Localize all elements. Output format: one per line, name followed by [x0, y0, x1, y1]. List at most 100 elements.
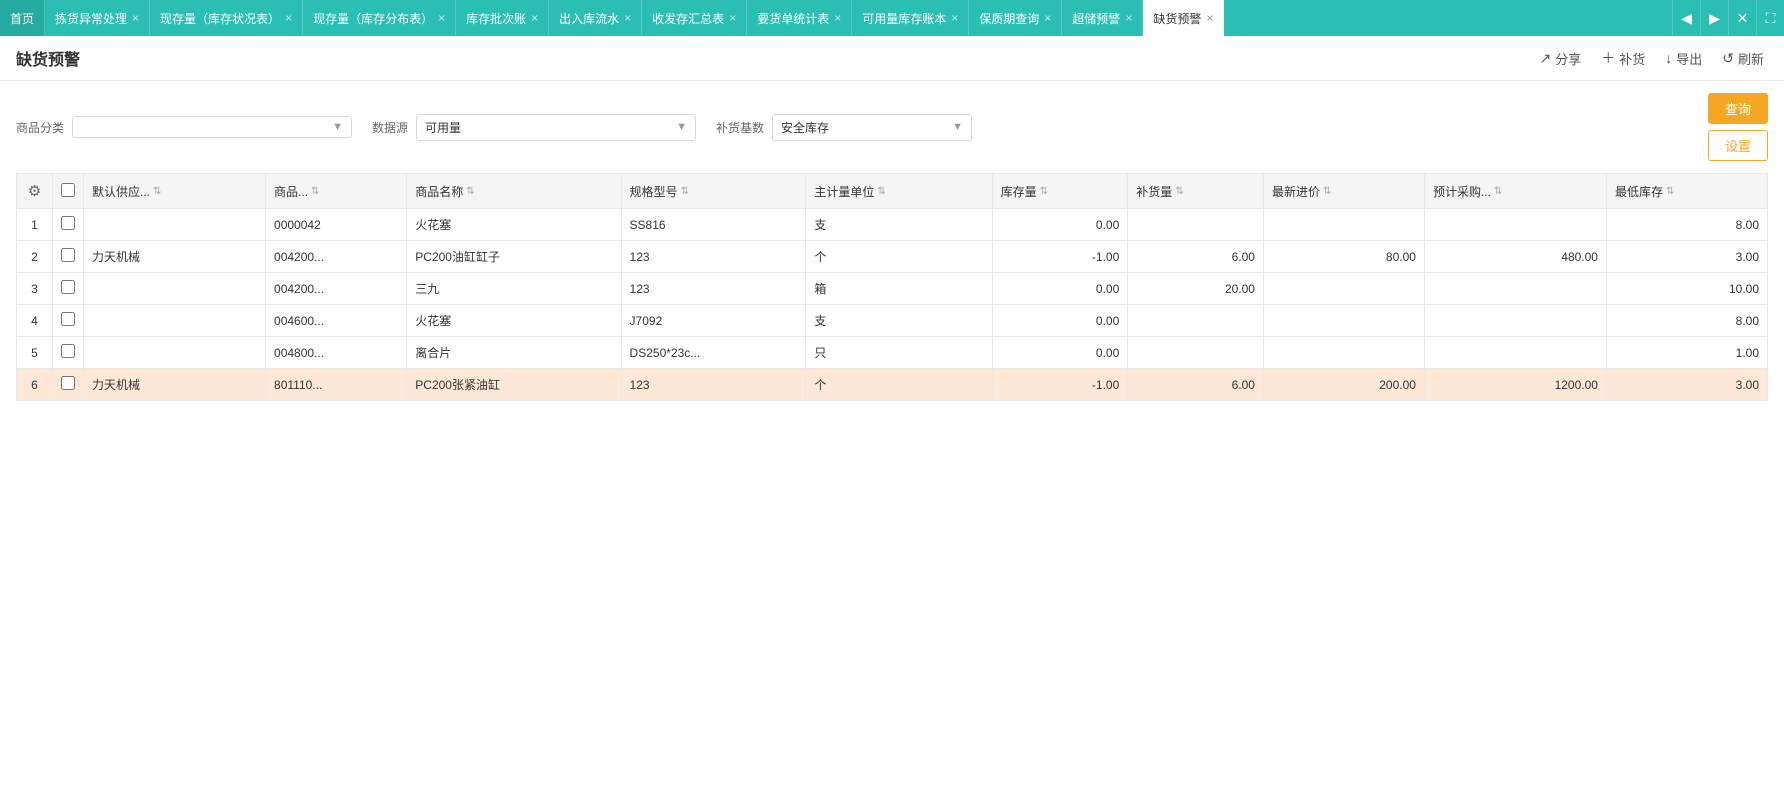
tab-label-xcl2: 现存量（库存分布表） [313, 10, 433, 27]
col-supplier-sort-icon[interactable]: ⇅ [153, 186, 161, 197]
row-latest-price-3 [1263, 273, 1424, 305]
row-no-4: 4 [17, 305, 53, 337]
row-select-6[interactable] [61, 376, 75, 390]
row-replenish-qty-3: 20.00 [1128, 273, 1264, 305]
col-min-stock-sort-icon[interactable]: ⇅ [1666, 186, 1674, 197]
col-product-name-header: 商品名称 ⇅ [407, 174, 621, 209]
tab-close-ccyj[interactable]: × [1125, 11, 1132, 25]
col-est-purchase-sort-icon[interactable]: ⇅ [1494, 186, 1502, 197]
row-select-4[interactable] [61, 312, 75, 326]
tab-next-button[interactable]: ▶ [1700, 0, 1728, 36]
tab-bqcx[interactable]: 保质期查询 × [969, 0, 1062, 36]
col-latest-price-sort-icon[interactable]: ⇅ [1323, 186, 1331, 197]
refresh-label: 刷新 [1738, 49, 1764, 68]
row-checkbox-5[interactable] [53, 337, 84, 369]
tab-close-ygdjtjb[interactable]: × [834, 11, 841, 25]
tab-label-sdhz: 收发存汇总表 [652, 10, 724, 27]
category-dropdown-icon: ▼ [332, 121, 343, 133]
col-spec-header: 规格型号 ⇅ [621, 174, 806, 209]
datasource-select[interactable]: 可用量 ▼ [416, 114, 696, 141]
tab-close-bqcx[interactable]: × [1044, 11, 1051, 25]
tab-qhyj[interactable]: 缺货预警 × [1143, 0, 1224, 36]
row-est-purchase-4 [1424, 305, 1606, 337]
row-checkbox-3[interactable] [53, 273, 84, 305]
col-latest-price-header: 最新进价 ⇅ [1263, 174, 1424, 209]
replenish-base-select[interactable]: 安全库存 ▼ [772, 114, 972, 141]
tab-close-kcpc[interactable]: × [531, 11, 538, 25]
row-stock-2: -1.00 [992, 241, 1128, 273]
tab-close-xcl1[interactable]: × [285, 11, 292, 25]
column-settings-icon[interactable]: ⚙ [28, 183, 41, 200]
tab-close-tpy[interactable]: × [132, 11, 139, 25]
tab-kcpc[interactable]: 库存批次账 × [456, 0, 549, 36]
row-spec-1: SS816 [621, 209, 806, 241]
tab-fullscreen-button[interactable]: ⛶ [1756, 0, 1784, 36]
col-product-code-label: 商品... [274, 183, 308, 200]
tab-sdhz[interactable]: 收发存汇总表 × [642, 0, 747, 36]
col-stock-sort-icon[interactable]: ⇅ [1040, 186, 1048, 197]
share-button[interactable]: ↗ 分享 [1535, 47, 1585, 70]
row-product-name-3: 三九 [407, 273, 621, 305]
tab-ygdjtjb[interactable]: 要货单统计表 × [747, 0, 852, 36]
table-body: 1 0000042 火花塞 SS816 支 0.00 8.00 2 力天机械 0… [17, 209, 1768, 401]
row-select-1[interactable] [61, 216, 75, 230]
row-select-2[interactable] [61, 248, 75, 262]
replenish-base-dropdown-icon: ▼ [952, 121, 963, 133]
row-product-name-6: PC200张紧油缸 [407, 369, 621, 401]
row-replenish-qty-5 [1128, 337, 1264, 369]
row-checkbox-4[interactable] [53, 305, 84, 337]
col-product-name-sort-icon[interactable]: ⇅ [466, 186, 474, 197]
tab-label-kyljkzb: 可用量库存账本 [862, 10, 946, 27]
tab-close-kyljkzb[interactable]: × [951, 11, 958, 25]
refresh-button[interactable]: ↺ 刷新 [1718, 47, 1768, 70]
tab-close-xcl2[interactable]: × [438, 11, 445, 25]
category-select[interactable]: ▼ [72, 116, 352, 138]
row-checkbox-6[interactable] [53, 369, 84, 401]
table-row: 1 0000042 火花塞 SS816 支 0.00 8.00 [17, 209, 1768, 241]
row-unit-2: 个 [806, 241, 992, 273]
col-replenish-qty-label: 补货量 [1136, 183, 1172, 200]
col-spec-sort-icon[interactable]: ⇅ [681, 186, 689, 197]
tab-nav-buttons: ◀ ▶ ✕ ⛶ [1672, 0, 1784, 36]
row-spec-3: 123 [621, 273, 806, 305]
tab-tpy[interactable]: 拣货异常处理 × [45, 0, 150, 36]
row-checkbox-1[interactable] [53, 209, 84, 241]
tab-close-qhyj[interactable]: × [1206, 11, 1213, 25]
tab-crls[interactable]: 出入库流水 × [549, 0, 642, 36]
share-icon: ↗ [1539, 50, 1551, 67]
tab-ccyj[interactable]: 超储预警 × [1062, 0, 1143, 36]
tab-bar: 首页 拣货异常处理 × 现存量（库存状况表） × 现存量（库存分布表） × 库存… [0, 0, 1784, 36]
col-product-code-sort-icon[interactable]: ⇅ [311, 186, 319, 197]
table-header-row: ⚙ 默认供应... ⇅ 商品 [17, 174, 1768, 209]
table-row: 6 力天机械 801110... PC200张紧油缸 123 个 -1.00 6… [17, 369, 1768, 401]
col-unit-sort-icon[interactable]: ⇅ [877, 186, 885, 197]
settings-button[interactable]: 设置 [1708, 130, 1768, 161]
row-latest-price-5 [1263, 337, 1424, 369]
select-all-checkbox[interactable] [61, 183, 75, 197]
col-replenish-qty-sort-icon[interactable]: ⇅ [1175, 186, 1183, 197]
tab-label-ccyj: 超储预警 [1072, 10, 1120, 27]
tab-xcl2[interactable]: 现存量（库存分布表） × [303, 0, 456, 36]
export-button[interactable]: ↓ 导出 [1661, 47, 1706, 70]
replenish-button[interactable]: ＋ 补货 [1597, 46, 1649, 70]
row-replenish-qty-6: 6.00 [1128, 369, 1264, 401]
row-stock-3: 0.00 [992, 273, 1128, 305]
row-product-name-4: 火花塞 [407, 305, 621, 337]
tab-close-crls[interactable]: × [624, 11, 631, 25]
col-min-stock-header: 最低库存 ⇅ [1606, 174, 1767, 209]
tab-prev-button[interactable]: ◀ [1672, 0, 1700, 36]
tab-xcl1[interactable]: 现存量（库存状况表） × [150, 0, 303, 36]
row-select-3[interactable] [61, 280, 75, 294]
tab-kyljkzb[interactable]: 可用量库存账本 × [852, 0, 969, 36]
row-min-stock-1: 8.00 [1606, 209, 1767, 241]
replenish-base-select-value: 安全库存 [781, 119, 829, 136]
query-button[interactable]: 查询 [1708, 93, 1768, 124]
tab-home[interactable]: 首页 [0, 0, 45, 36]
row-select-5[interactable] [61, 344, 75, 358]
tab-close-all-button[interactable]: ✕ [1728, 0, 1756, 36]
row-est-purchase-5 [1424, 337, 1606, 369]
row-checkbox-2[interactable] [53, 241, 84, 273]
tab-close-sdhz[interactable]: × [729, 11, 736, 25]
tab-label-xcl1: 现存量（库存状况表） [160, 10, 280, 27]
tab-label-qhyj: 缺货预警 [1153, 10, 1201, 27]
